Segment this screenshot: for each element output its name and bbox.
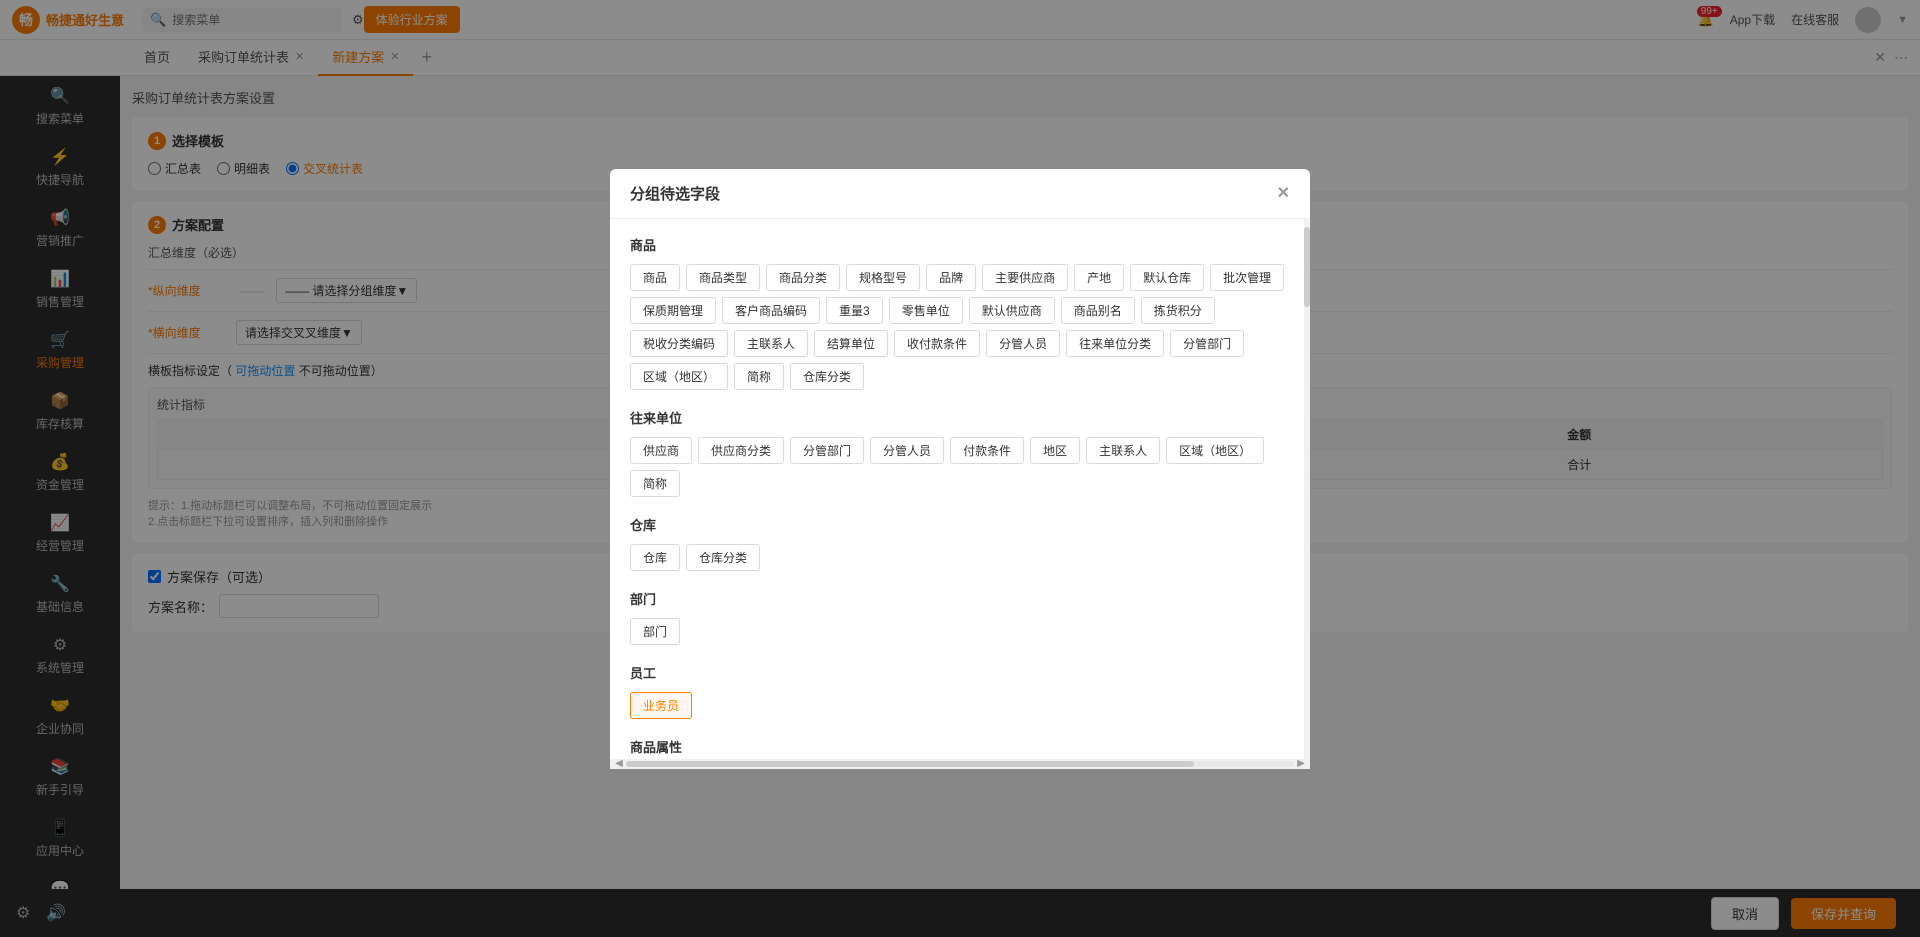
- scroll-left-btn[interactable]: ◀: [612, 758, 626, 769]
- chip-product-13[interactable]: 默认供应商: [969, 297, 1055, 324]
- section-product-title: 商品: [630, 235, 1290, 254]
- modal-scrollbar[interactable]: ◀ ▶: [610, 759, 1310, 769]
- chip-product-17[interactable]: 主联系人: [734, 330, 808, 357]
- modal: 分组待选字段 ✕ 商品 商品 商品类型 商品分类 规格型号 品牌 主要供应商 产…: [610, 169, 1310, 769]
- modal-header: 分组待选字段 ✕: [610, 169, 1310, 219]
- modal-overlay: 分组待选字段 ✕ 商品 商品 商品类型 商品分类 规格型号 品牌 主要供应商 产…: [0, 0, 1920, 937]
- chip-employee-0[interactable]: 业务员: [630, 692, 692, 719]
- chip-partner-2[interactable]: 分管部门: [790, 437, 864, 464]
- scroll-thumb: [626, 761, 1194, 767]
- chip-partner-3[interactable]: 分管人员: [870, 437, 944, 464]
- section-warehouse-title: 仓库: [630, 515, 1290, 534]
- chip-product-21[interactable]: 往来单位分类: [1066, 330, 1164, 357]
- chip-product-6[interactable]: 产地: [1074, 264, 1124, 291]
- chip-product-10[interactable]: 客户商品编码: [722, 297, 820, 324]
- chip-partner-7[interactable]: 区域（地区）: [1166, 437, 1264, 464]
- chip-product-4[interactable]: 品牌: [926, 264, 976, 291]
- chip-product-18[interactable]: 结算单位: [814, 330, 888, 357]
- chip-product-16[interactable]: 税收分类编码: [630, 330, 728, 357]
- chip-partner-6[interactable]: 主联系人: [1086, 437, 1160, 464]
- modal-title: 分组待选字段: [630, 183, 720, 204]
- section-product: 商品 商品 商品类型 商品分类 规格型号 品牌 主要供应商 产地 默认仓库 批次…: [630, 235, 1290, 390]
- employee-chips: 业务员: [630, 692, 1290, 719]
- chip-partner-8[interactable]: 简称: [630, 470, 680, 497]
- section-partner: 往来单位 供应商 供应商分类 分管部门 分管人员 付款条件 地区 主联系人 区域…: [630, 408, 1290, 497]
- warehouse-chips: 仓库 仓库分类: [630, 544, 1290, 571]
- chip-partner-5[interactable]: 地区: [1030, 437, 1080, 464]
- chip-product-5[interactable]: 主要供应商: [982, 264, 1068, 291]
- section-product-attr: 商品属性 属性 颜色 多规格 尺码 鞋码 1: [630, 737, 1290, 759]
- chip-product-20[interactable]: 分管人员: [986, 330, 1060, 357]
- chip-product-8[interactable]: 批次管理: [1210, 264, 1284, 291]
- chip-product-1[interactable]: 商品类型: [686, 264, 760, 291]
- chip-product-14[interactable]: 商品别名: [1061, 297, 1135, 324]
- chip-partner-4[interactable]: 付款条件: [950, 437, 1024, 464]
- section-department: 部门 部门: [630, 589, 1290, 645]
- modal-scroll-thumb: [1304, 227, 1310, 307]
- section-product-attr-title: 商品属性: [630, 737, 1290, 756]
- modal-vertical-scroll[interactable]: [1304, 217, 1310, 759]
- chip-partner-0[interactable]: 供应商: [630, 437, 692, 464]
- section-employee: 员工 业务员: [630, 663, 1290, 719]
- chip-product-2[interactable]: 商品分类: [766, 264, 840, 291]
- chip-product-11[interactable]: 重量3: [826, 297, 883, 324]
- chip-product-15[interactable]: 拣货积分: [1141, 297, 1215, 324]
- section-partner-title: 往来单位: [630, 408, 1290, 427]
- chip-product-9[interactable]: 保质期管理: [630, 297, 716, 324]
- chip-product-3[interactable]: 规格型号: [846, 264, 920, 291]
- chip-warehouse-1[interactable]: 仓库分类: [686, 544, 760, 571]
- chip-product-24[interactable]: 简称: [734, 363, 784, 390]
- chip-warehouse-0[interactable]: 仓库: [630, 544, 680, 571]
- department-chips: 部门: [630, 618, 1290, 645]
- section-warehouse: 仓库 仓库 仓库分类: [630, 515, 1290, 571]
- chip-product-0[interactable]: 商品: [630, 264, 680, 291]
- chip-partner-1[interactable]: 供应商分类: [698, 437, 784, 464]
- chip-product-22[interactable]: 分管部门: [1170, 330, 1244, 357]
- product-chips: 商品 商品类型 商品分类 规格型号 品牌 主要供应商 产地 默认仓库 批次管理 …: [630, 264, 1290, 390]
- partner-chips: 供应商 供应商分类 分管部门 分管人员 付款条件 地区 主联系人 区域（地区） …: [630, 437, 1290, 497]
- chip-product-19[interactable]: 收付款条件: [894, 330, 980, 357]
- chip-product-25[interactable]: 仓库分类: [790, 363, 864, 390]
- scroll-right-btn[interactable]: ▶: [1294, 758, 1308, 769]
- chip-product-12[interactable]: 零售单位: [889, 297, 963, 324]
- modal-close-button[interactable]: ✕: [1277, 183, 1290, 203]
- chip-dept-0[interactable]: 部门: [630, 618, 680, 645]
- section-employee-title: 员工: [630, 663, 1290, 682]
- scroll-track: [626, 761, 1294, 767]
- chip-product-23[interactable]: 区域（地区）: [630, 363, 728, 390]
- chip-product-7[interactable]: 默认仓库: [1130, 264, 1204, 291]
- section-department-title: 部门: [630, 589, 1290, 608]
- modal-body: 商品 商品 商品类型 商品分类 规格型号 品牌 主要供应商 产地 默认仓库 批次…: [610, 219, 1310, 759]
